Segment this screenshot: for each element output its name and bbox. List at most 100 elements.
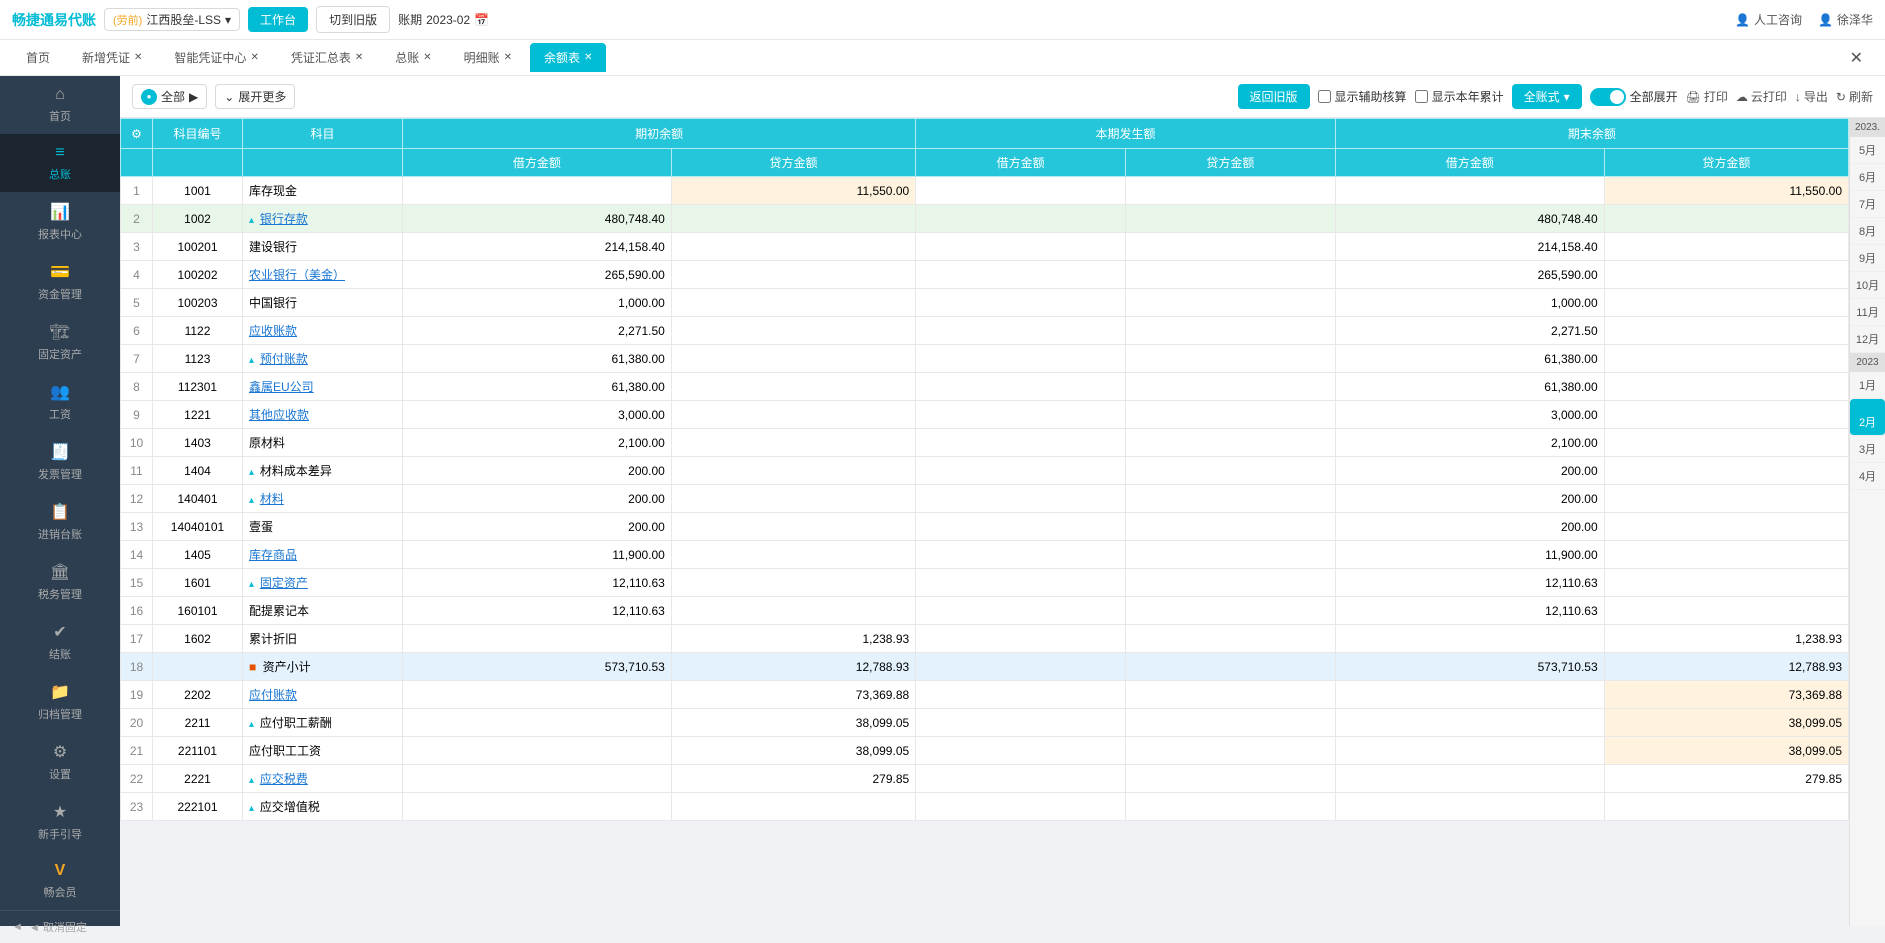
period-month-4[interactable]: 4月: [1850, 463, 1885, 490]
expand-icon[interactable]: ▴: [249, 495, 257, 506]
sidebar-item-purchase-ledger[interactable]: 📋 进销台账: [0, 492, 120, 552]
expand-icon[interactable]: ▴: [249, 355, 257, 366]
period-month-5[interactable]: 5月: [1850, 137, 1885, 164]
expand-icon[interactable]: ▴: [249, 579, 257, 590]
cell-amount: [1125, 317, 1335, 345]
cell-name[interactable]: 应付账款: [243, 681, 403, 709]
export-button[interactable]: ↓ 导出: [1795, 88, 1828, 105]
tab-smart-center[interactable]: 智能凭证中心 ✕: [160, 43, 272, 72]
toggle-switch[interactable]: [1590, 88, 1626, 106]
period-month-11[interactable]: 11月: [1850, 299, 1885, 326]
helper-accounting-checkbox[interactable]: 显示辅助核算: [1318, 88, 1407, 105]
sidebar-item-new-guide[interactable]: ★ 新手引导: [0, 792, 120, 852]
expand-icon[interactable]: ▴: [249, 775, 257, 786]
expand-all-toggle[interactable]: 全部展开: [1590, 88, 1678, 106]
expand-icon[interactable]: ▴: [249, 215, 257, 226]
period-year-2023-bottom[interactable]: 2023: [1850, 353, 1885, 372]
ytd-input[interactable]: [1415, 90, 1428, 103]
cell-name[interactable]: 其他应收款: [243, 401, 403, 429]
cell-name[interactable]: ▴ 预付账款: [243, 345, 403, 373]
main-layout: ⌂ 首页 ≡ 总账 📊 报表中心 💳 资金管理 🏗 固定资产 👥 工资 🧾 发票…: [0, 76, 1885, 926]
refresh-button[interactable]: ↻ 刷新: [1836, 88, 1873, 105]
cell-name[interactable]: ▴ 应交税费: [243, 765, 403, 793]
cell-code: 1601: [153, 569, 243, 597]
tab-voucher-summary-close[interactable]: ✕: [355, 52, 363, 63]
period-month-2[interactable]: 2月: [1850, 399, 1885, 436]
user-service[interactable]: 👤 人工咨询: [1735, 11, 1802, 28]
tab-voucher-summary[interactable]: 凭证汇总表 ✕: [277, 43, 377, 72]
cell-amount: [1125, 765, 1335, 793]
cell-name[interactable]: 鑫属EU公司: [243, 373, 403, 401]
expand-icon[interactable]: ▴: [249, 803, 257, 814]
period-month-12[interactable]: 12月: [1850, 326, 1885, 353]
sidebar-item-home[interactable]: ⌂ 首页: [0, 76, 120, 134]
user-name[interactable]: 👤 徐泽华: [1818, 11, 1873, 28]
workbench-button[interactable]: 工作台: [248, 7, 308, 32]
cell-name[interactable]: ▴ 材料: [243, 485, 403, 513]
tab-detail-ledger[interactable]: 明细账 ✕: [450, 43, 526, 72]
cell-row-number: 8: [121, 373, 153, 401]
tab-smart-center-close[interactable]: ✕: [250, 52, 258, 63]
cell-amount: 2,271.50: [403, 317, 672, 345]
cell-name[interactable]: 农业银行（美金）: [243, 261, 403, 289]
tab-general-ledger-close[interactable]: ✕: [423, 52, 431, 63]
sidebar-unpin-button[interactable]: ◄ ◄ 取消固定: [0, 911, 120, 943]
sidebar-item-general-ledger[interactable]: ≡ 总账: [0, 134, 120, 192]
cell-amount: [1125, 709, 1335, 737]
cell-amount: [916, 513, 1126, 541]
cell-code: 2211: [153, 709, 243, 737]
print-button[interactable]: 🖨 打印: [1686, 88, 1728, 105]
full-style-button[interactable]: 全账式 ▾: [1512, 84, 1582, 109]
cloud-print-button[interactable]: ☁ 云打印: [1736, 88, 1787, 105]
cell-name[interactable]: ▴ 固定资产: [243, 569, 403, 597]
period-month-9[interactable]: 9月: [1850, 245, 1885, 272]
cell-row-number: 16: [121, 597, 153, 625]
return-old-version-button[interactable]: 返回旧版: [1238, 84, 1310, 109]
old-version-button[interactable]: 切到旧版: [316, 6, 390, 33]
helper-accounting-input[interactable]: [1318, 90, 1331, 103]
nav-close-all-button[interactable]: ✕: [1840, 42, 1873, 74]
period-month-10[interactable]: 10月: [1850, 272, 1885, 299]
tab-home[interactable]: 首页: [12, 43, 64, 72]
period-year-2023-top[interactable]: 2023.: [1850, 118, 1885, 137]
ytd-checkbox[interactable]: 显示本年累计: [1415, 88, 1504, 105]
cell-amount: [403, 793, 672, 821]
tab-general-ledger[interactable]: 总账 ✕: [381, 43, 445, 72]
company-selector[interactable]: (劳前) 江西股垒-LSS ▾: [104, 8, 240, 31]
period-month-6[interactable]: 6月: [1850, 164, 1885, 191]
sidebar-item-fund-mgmt[interactable]: 💳 资金管理: [0, 252, 120, 312]
cell-amount: [671, 485, 915, 513]
cell-code: 100201: [153, 233, 243, 261]
cell-name[interactable]: ▴ 银行存款: [243, 205, 403, 233]
sidebar-item-settlement[interactable]: ✔ 结账: [0, 612, 120, 672]
cell-name[interactable]: 库存商品: [243, 541, 403, 569]
calendar-icon[interactable]: 📅: [474, 13, 489, 27]
tab-balance-sheet[interactable]: 余额表 ✕: [530, 43, 606, 72]
sidebar-item-invoice-mgmt[interactable]: 🧾 发票管理: [0, 432, 120, 492]
sidebar-item-settings[interactable]: ⚙ 设置: [0, 732, 120, 792]
expand-icon[interactable]: ▴: [249, 467, 257, 478]
expand-icon[interactable]: ▴: [249, 719, 257, 730]
sidebar-item-archive-mgmt[interactable]: 📁 归档管理: [0, 672, 120, 732]
sidebar-item-tax-mgmt[interactable]: 🏛 税务管理: [0, 552, 120, 612]
cell-code: 14040101: [153, 513, 243, 541]
sidebar-item-report-center[interactable]: 📊 报表中心: [0, 192, 120, 252]
period-month-1[interactable]: 1月: [1850, 372, 1885, 399]
th-credit-curr: 贷方金额: [1125, 149, 1335, 177]
filter-all-button[interactable]: ● 全部 ▶: [132, 84, 207, 109]
gear-icon[interactable]: ⚙: [131, 127, 142, 141]
service-label: 人工咨询: [1754, 11, 1802, 28]
expand-button[interactable]: ⌄ 展开更多: [215, 84, 295, 109]
cell-amount: 38,099.05: [671, 737, 915, 765]
tab-new-voucher-close[interactable]: ✕: [134, 52, 142, 63]
period-month-7[interactable]: 7月: [1850, 191, 1885, 218]
sidebar-item-payroll[interactable]: 👥 工资: [0, 372, 120, 432]
period-month-3[interactable]: 3月: [1850, 436, 1885, 463]
period-month-8[interactable]: 8月: [1850, 218, 1885, 245]
tab-new-voucher[interactable]: 新增凭证 ✕: [68, 43, 156, 72]
tab-detail-ledger-close[interactable]: ✕: [504, 52, 512, 63]
tab-balance-sheet-close[interactable]: ✕: [584, 52, 592, 63]
cell-name[interactable]: 应收账款: [243, 317, 403, 345]
sidebar-item-member[interactable]: V 畅会员: [0, 852, 120, 910]
sidebar-item-fixed-assets[interactable]: 🏗 固定资产: [0, 312, 120, 372]
